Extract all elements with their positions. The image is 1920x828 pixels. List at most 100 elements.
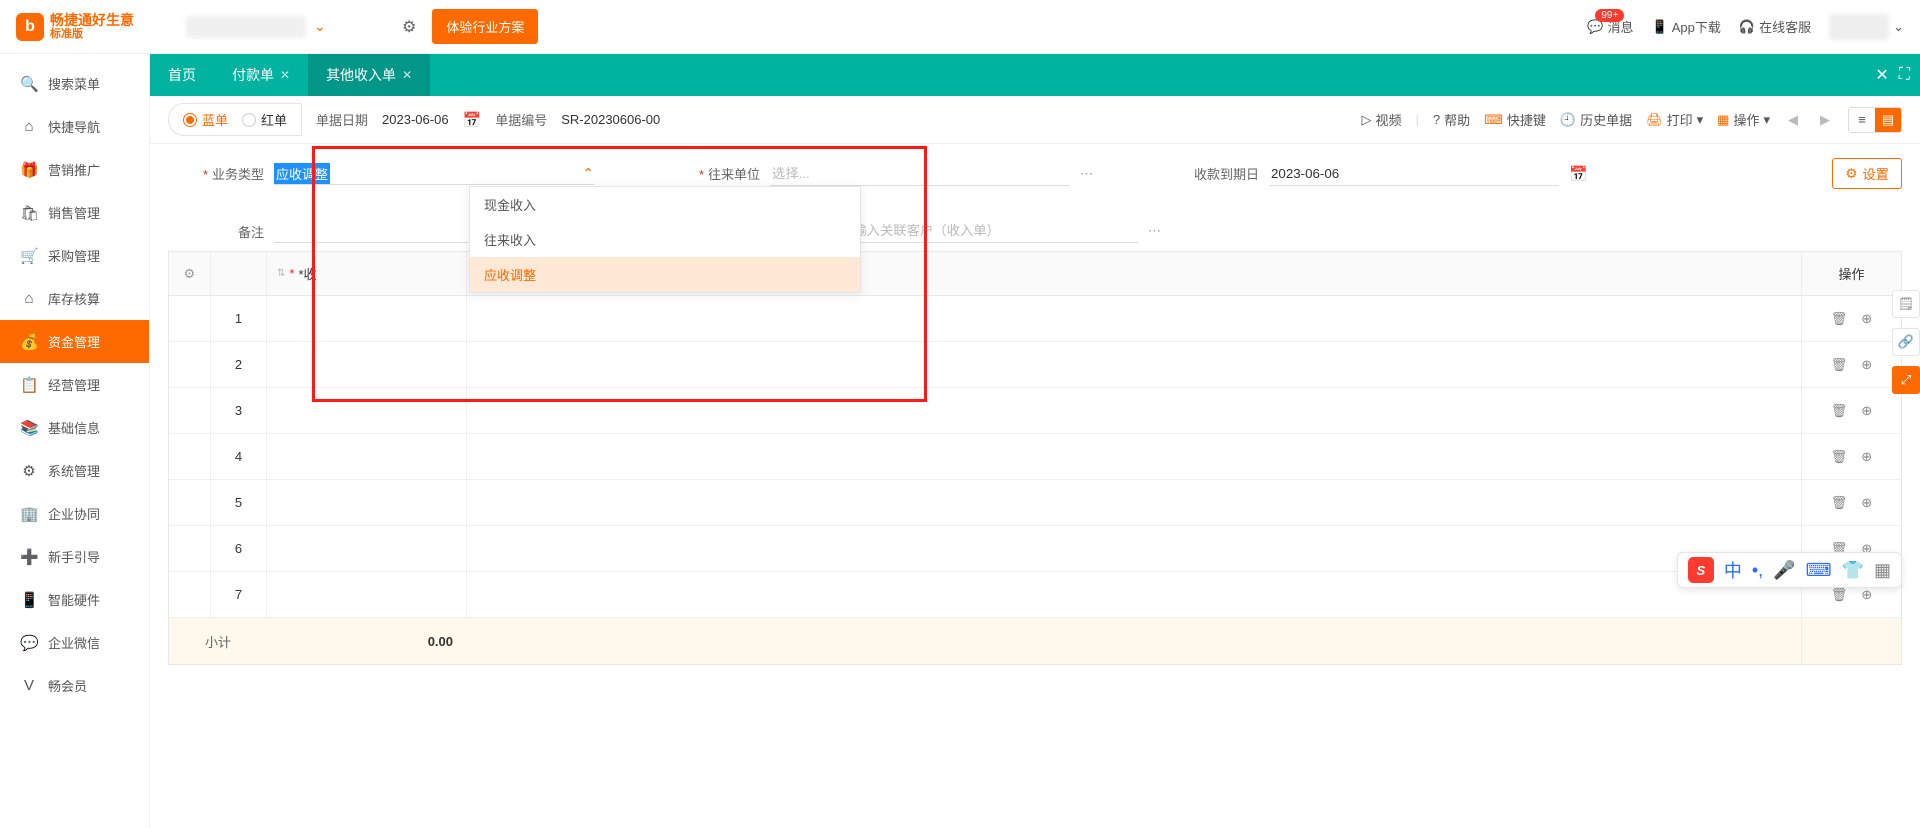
more-icon[interactable]: ⋯ [1080, 166, 1093, 182]
delete-icon[interactable]: 🗑 [1831, 311, 1848, 327]
ime-punct-icon[interactable]: •, [1752, 560, 1763, 581]
sidebar-item-11[interactable]: ➕新手引导 [0, 535, 149, 578]
gear-icon[interactable]: ⚙ [402, 17, 416, 37]
sidebar-item-12[interactable]: 📱智能硬件 [0, 578, 149, 621]
prev-arrow-icon[interactable]: ◀ [1784, 112, 1802, 128]
radio-blue[interactable]: 蓝单 [183, 110, 228, 129]
more-icon[interactable]: ⋯ [1148, 223, 1161, 239]
view-list-icon[interactable]: ≡ [1849, 108, 1875, 132]
dropdown-option[interactable]: 往来收入 [470, 222, 860, 257]
sidebar-item-7[interactable]: 📋经营管理 [0, 363, 149, 406]
sidebar-item-8[interactable]: 📚基础信息 [0, 406, 149, 449]
sidebar-item-13[interactable]: 💬企业微信 [0, 621, 149, 664]
assoc-input[interactable] [838, 219, 1138, 243]
sidebar-item-3[interactable]: 🛍销售管理 [0, 191, 149, 234]
ime-keyboard-icon[interactable]: ⌨ [1806, 560, 1832, 581]
rail-expand-icon[interactable]: ⤢ [1892, 366, 1920, 394]
sidebar-item-0[interactable]: 🔍搜索菜单 [0, 62, 149, 105]
tab-0[interactable]: 首页 [150, 54, 214, 96]
tab-2[interactable]: 其他收入单✕ [308, 54, 430, 96]
col-amount-header[interactable]: ⇅ **收 [267, 252, 467, 295]
close-icon[interactable]: ✕ [402, 68, 412, 82]
sidebar-item-9[interactable]: ⚙系统管理 [0, 449, 149, 492]
next-arrow-icon[interactable]: ▶ [1816, 112, 1834, 128]
calendar-icon[interactable]: 📅 [1569, 165, 1588, 183]
sidebar-item-6[interactable]: 💰 资金管理 [0, 320, 149, 363]
copy-icon[interactable]: ⊕ [1861, 311, 1872, 327]
bill-no-label: 单据编号 [495, 110, 547, 129]
view-card-icon[interactable]: ▤ [1875, 108, 1901, 132]
table-row[interactable]: 4🗑⊕ [169, 434, 1901, 480]
sidebar-item-4[interactable]: 🛒采购管理 [0, 234, 149, 277]
sidebar-item-1[interactable]: ⌂快捷导航 [0, 105, 149, 148]
sidebar-item-label: 资金管理 [48, 332, 100, 351]
rail-attach-icon[interactable]: 🔗 [1892, 328, 1920, 356]
tab-expand-icon[interactable]: ⛶ [1899, 66, 1910, 84]
biz-type-select[interactable]: 应收调整 ⌃ [274, 163, 594, 185]
delete-icon[interactable]: 🗑 [1831, 403, 1848, 419]
copy-icon[interactable]: ⊕ [1861, 495, 1872, 511]
radio-red[interactable]: 红单 [242, 110, 287, 129]
online-support-button[interactable]: 🎧 在线客服 [1739, 17, 1811, 36]
copy-icon[interactable]: ⊕ [1861, 587, 1872, 603]
close-icon[interactable]: ✕ [280, 68, 290, 82]
sidebar-item-14[interactable]: V畅会员 [0, 664, 149, 707]
ime-toolbar[interactable]: S 中 •, 🎤 ⌨ 👕 ▦ [1677, 552, 1902, 588]
dropdown-option[interactable]: 应收调整 [470, 257, 860, 292]
copy-icon[interactable]: ⊕ [1861, 357, 1872, 373]
table-row[interactable]: 1🗑⊕ [169, 296, 1901, 342]
msg-badge: 99+ [1595, 9, 1624, 22]
dropdown-option[interactable]: 现金收入 [470, 187, 860, 222]
ime-menu-icon[interactable]: ▦ [1874, 560, 1891, 581]
ops-button[interactable]: ▦操作▾ [1717, 110, 1770, 129]
try-industry-button[interactable]: 体验行业方案 [432, 9, 538, 44]
sidebar-icon: 🛒 [20, 247, 38, 265]
sogou-icon: S [1688, 557, 1714, 583]
org-selector[interactable]: ⌄ [186, 16, 386, 38]
due-date-input[interactable] [1269, 162, 1559, 186]
settings-button[interactable]: ⚙设置 [1832, 158, 1902, 189]
calendar-icon[interactable]: 📅 [463, 111, 482, 129]
tab-1[interactable]: 付款单 ✕ [214, 54, 308, 96]
delete-icon[interactable]: 🗑 [1831, 357, 1848, 373]
app-download-button[interactable]: 📱 App下载 [1652, 17, 1721, 36]
help-link[interactable]: ?帮助 [1433, 110, 1470, 129]
messages-button[interactable]: 💬 消息 99+ [1587, 17, 1633, 36]
sidebar-item-label: 销售管理 [48, 203, 100, 222]
play-icon: ▷ [1361, 112, 1371, 128]
sidebar-icon: ⌂ [20, 290, 38, 307]
biz-type-field: *业务类型 应收调整 ⌃ [168, 158, 594, 189]
tab-label: 付款单 [232, 65, 274, 85]
shortcut-link[interactable]: ⌨快捷键 [1484, 110, 1546, 129]
user-menu[interactable]: ⌄ [1829, 14, 1904, 40]
tab-close-icon[interactable]: ✕ [1875, 65, 1888, 85]
table-row[interactable]: 3🗑⊕ [169, 388, 1901, 434]
copy-icon[interactable]: ⊕ [1861, 449, 1872, 465]
ime-lang[interactable]: 中 [1724, 557, 1742, 583]
ime-skin-icon[interactable]: 👕 [1842, 560, 1864, 581]
delete-icon[interactable]: 🗑 [1831, 495, 1848, 511]
sidebar-item-5[interactable]: ⌂库存核算 [0, 277, 149, 320]
video-link[interactable]: ▷视频 [1361, 110, 1401, 129]
sidebar-item-2[interactable]: 🎁营销推广 [0, 148, 149, 191]
delete-icon[interactable]: 🗑 [1831, 587, 1848, 603]
sidebar-item-10[interactable]: 🏢企业协同 [0, 492, 149, 535]
print-button[interactable]: 🖨打印▾ [1646, 110, 1703, 129]
table-row[interactable]: 5🗑⊕ [169, 480, 1901, 526]
logo-icon: b [16, 13, 44, 41]
ime-mic-icon[interactable]: 🎤 [1773, 560, 1795, 581]
rail-note-icon[interactable]: 🗒 [1892, 290, 1920, 318]
bill-date-label: 单据日期 [316, 110, 368, 129]
delete-icon[interactable]: 🗑 [1831, 449, 1848, 465]
party-input[interactable] [770, 162, 1070, 186]
history-link[interactable]: 🕘历史单据 [1560, 110, 1632, 129]
sidebar-item-label: 基础信息 [48, 418, 100, 437]
table-row[interactable]: 6🗑⊕ [169, 526, 1901, 572]
sidebar-icon: 💰 [20, 333, 38, 351]
biz-type-dropdown: 现金收入往来收入应收调整 [469, 186, 861, 293]
table-settings-icon[interactable]: ⚙ [169, 252, 211, 295]
bill-date-value[interactable]: 2023-06-06 [382, 112, 449, 127]
table-row[interactable]: 7🗑⊕ [169, 572, 1901, 618]
copy-icon[interactable]: ⊕ [1861, 403, 1872, 419]
table-row[interactable]: 2🗑⊕ [169, 342, 1901, 388]
